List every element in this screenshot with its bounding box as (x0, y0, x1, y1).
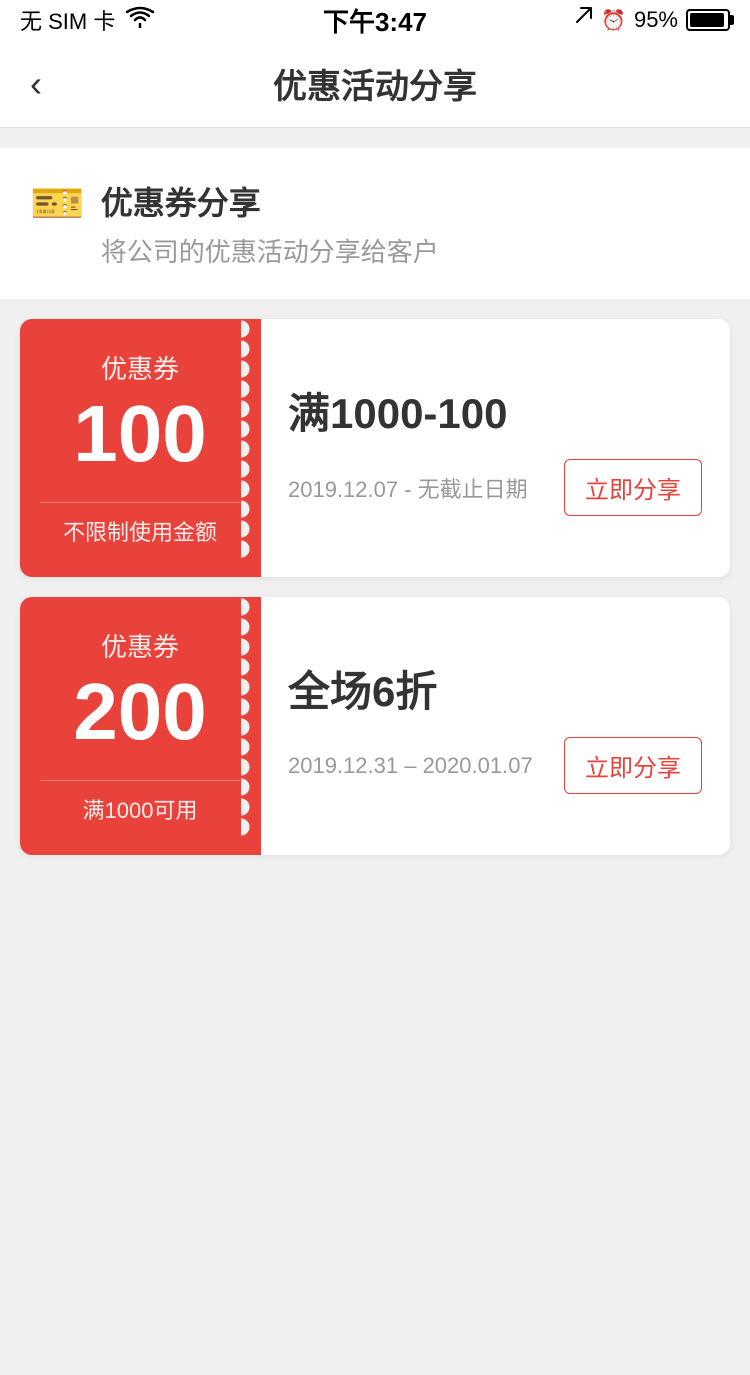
coupon-section-icon: 🎫 (30, 182, 85, 226)
coupon-date-2: 2019.12.31 – 2020.01.07 (288, 753, 554, 779)
carrier-text: 无 SIM 卡 (20, 4, 115, 36)
section-text: 优惠券分享 将公司的优惠活动分享给客户 (101, 178, 439, 269)
coupon-name-1: 满1000-100 (288, 380, 702, 441)
coupon-right-2: 全场6折 2019.12.31 – 2020.01.07 立即分享 (260, 597, 730, 855)
section-gap-top (0, 128, 750, 148)
coupon-label-2: 优惠券 (101, 627, 179, 664)
bottom-area (0, 875, 750, 1375)
coupon-value-2: 200 (73, 672, 206, 752)
status-right: ⏰ 95% (575, 6, 730, 34)
section-header: 🎫 优惠券分享 将公司的优惠活动分享给客户 (0, 148, 750, 299)
status-left: 无 SIM 卡 (20, 4, 155, 36)
status-bar: 无 SIM 卡 下午3:47 ⏰ 95% (0, 0, 750, 40)
coupon-name-2: 全场6折 (288, 658, 702, 719)
coupon-left-1: 优惠券 100 不限制使用金额 (20, 319, 260, 577)
back-button[interactable]: ‹ (30, 63, 42, 105)
coupon-condition-1: 不限制使用金额 (63, 515, 217, 547)
battery-fill (690, 13, 724, 27)
coupon-label-1: 优惠券 (101, 349, 179, 386)
location-icon (575, 6, 593, 34)
section-subtitle: 将公司的优惠活动分享给客户 (101, 232, 439, 269)
coupon-card-1: 优惠券 100 不限制使用金额 满1000-100 2019.12.07 - 无… (20, 319, 730, 577)
coupon-date-1: 2019.12.07 - 无截止日期 (288, 472, 554, 504)
alarm-icon: ⏰ (601, 8, 626, 33)
coupon-right-1: 满1000-100 2019.12.07 - 无截止日期 立即分享 (260, 319, 730, 577)
coupon-meta-2: 2019.12.31 – 2020.01.07 立即分享 (288, 737, 702, 794)
section-title: 优惠券分享 (101, 178, 439, 224)
coupon-left-2: 优惠券 200 满1000可用 (20, 597, 260, 855)
coupon-card-2: 优惠券 200 满1000可用 全场6折 2019.12.31 – 2020.0… (20, 597, 730, 855)
battery-percent: 95% (634, 7, 678, 33)
status-time: 下午3:47 (323, 2, 427, 39)
wifi-icon (125, 6, 155, 34)
share-button-1[interactable]: 立即分享 (564, 459, 702, 516)
coupon-meta-1: 2019.12.07 - 无截止日期 立即分享 (288, 459, 702, 516)
coupon-divider-1 (40, 502, 240, 503)
nav-bar: ‹ 优惠活动分享 (0, 40, 750, 128)
coupon-condition-2: 满1000可用 (83, 793, 198, 825)
share-button-2[interactable]: 立即分享 (564, 737, 702, 794)
coupon-divider-2 (40, 780, 240, 781)
coupon-value-1: 100 (73, 394, 206, 474)
coupon-list: 优惠券 100 不限制使用金额 满1000-100 2019.12.07 - 无… (0, 299, 750, 875)
page-title: 优惠活动分享 (273, 59, 477, 108)
battery-icon (686, 9, 730, 31)
